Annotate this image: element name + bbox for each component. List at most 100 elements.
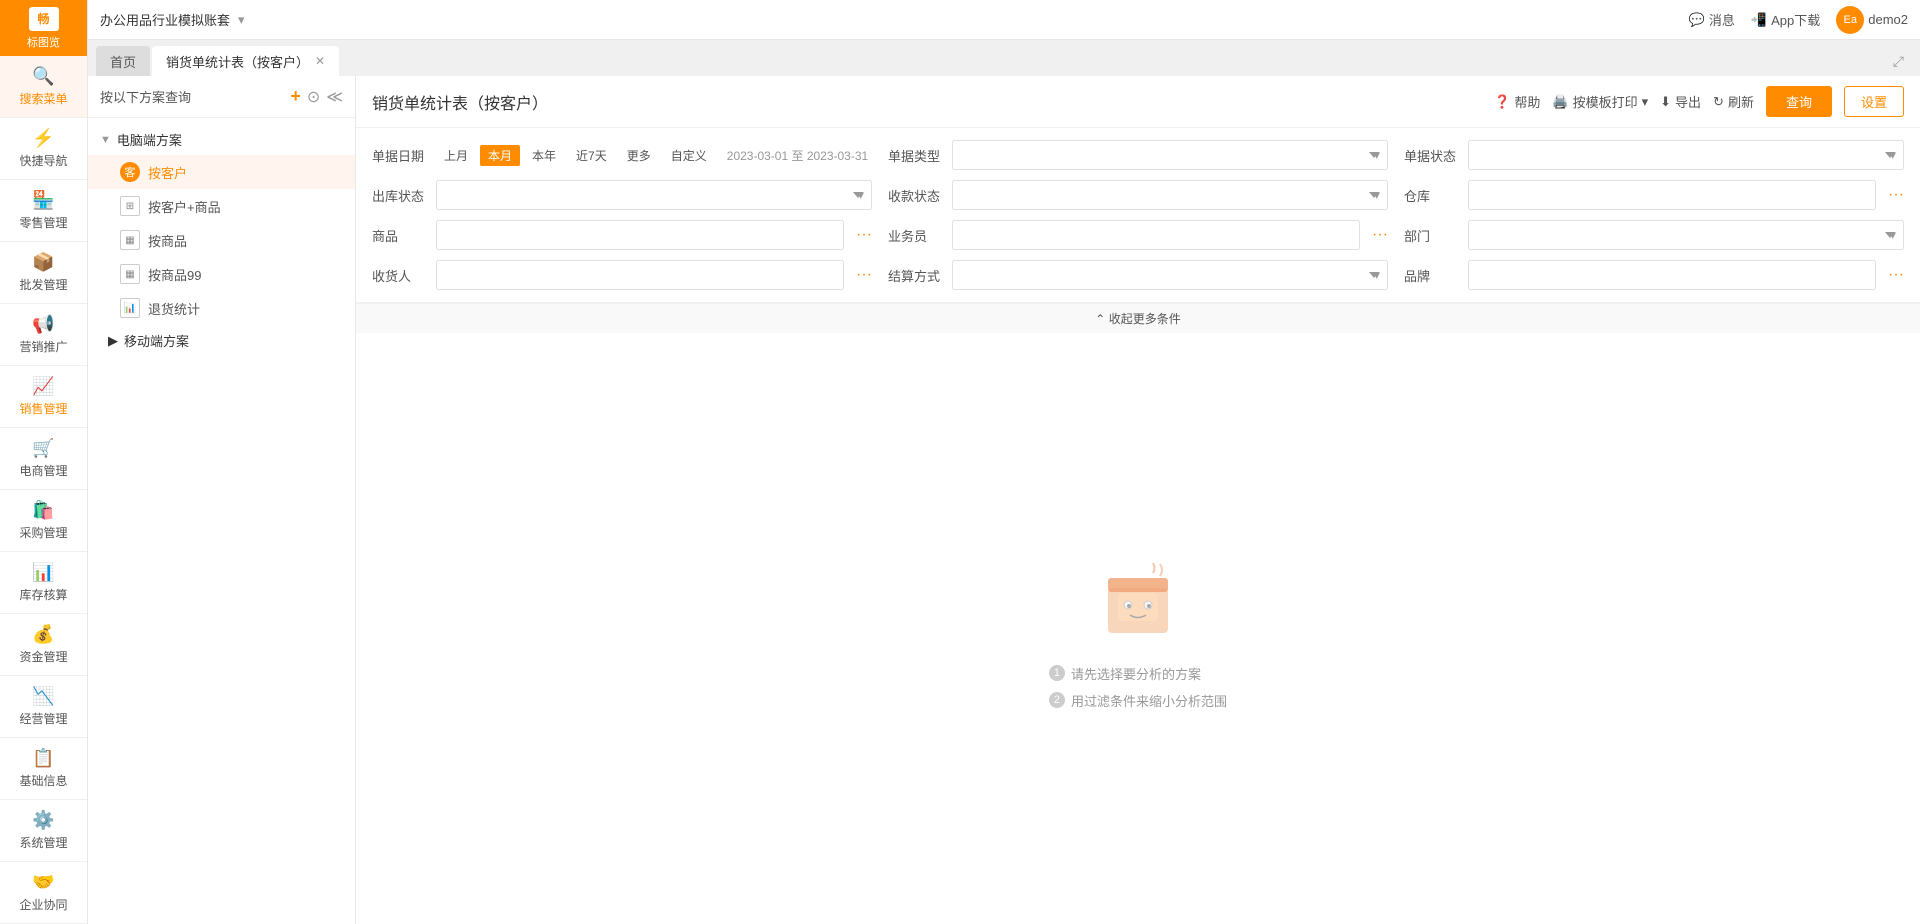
department-label: 部门 <box>1404 226 1460 245</box>
tree-group-mobile[interactable]: ▶ 移动端方案 <box>88 325 355 356</box>
export-icon: ⬇ <box>1660 94 1671 110</box>
settings-btn[interactable]: 设置 <box>1844 86 1904 117</box>
shortcut-last-month[interactable]: 上月 <box>436 145 476 166</box>
enterprise-icon: 🤝 <box>32 872 54 893</box>
filter-shipment: 出库状态 ▾ <box>372 180 872 210</box>
payment-select[interactable] <box>952 180 1388 210</box>
shortcut-7days[interactable]: 近7天 <box>568 145 615 166</box>
shortcut-this-month[interactable]: 本月 <box>480 145 520 166</box>
payment-select-wrapper: ▾ <box>952 180 1388 210</box>
sidebar-item-search[interactable]: 🔍 搜索菜单 <box>0 56 87 118</box>
app-logo: 畅 标图览 <box>0 0 88 56</box>
sidebar-item-inventory[interactable]: 📊 库存核算 <box>0 552 87 614</box>
tab-sales-stat[interactable]: 销货单统计表（按客户） ✕ <box>152 46 339 76</box>
app-download-btn[interactable]: 📲 App下载 <box>1751 10 1820 29</box>
salesperson-input[interactable] <box>952 220 1360 250</box>
product-input[interactable] <box>436 220 844 250</box>
receiver-input[interactable] <box>436 260 844 290</box>
sidebar-label-basic-info: 基础信息 <box>19 772 67 789</box>
department-select[interactable] <box>1468 220 1904 250</box>
quick-nav-icon: ⚡ <box>32 128 54 149</box>
sidebar-label-retail: 零售管理 <box>19 214 67 231</box>
sidebar-label-system: 系统管理 <box>19 834 67 851</box>
sidebar-item-marketing[interactable]: 📢 营销推广 <box>0 304 87 366</box>
sidebar-item-enterprise[interactable]: 🤝 企业协同 <box>0 862 87 924</box>
brand-input[interactable] <box>1468 260 1876 290</box>
filter-area: 单据日期 上月 本月 本年 近7天 更多 自定义 2023-03-01 至 20… <box>356 128 1920 303</box>
warehouse-dots[interactable]: ··· <box>1888 186 1904 204</box>
empty-illustration <box>1088 548 1188 648</box>
ecommerce-icon: 🛒 <box>32 438 54 459</box>
tree-item-by-product99[interactable]: ▦ 按商品99 <box>88 257 355 291</box>
tree-group-mobile-label: 移动端方案 <box>124 331 189 350</box>
message-btn[interactable]: 💬 消息 <box>1689 10 1735 29</box>
tree-item-by-customer-product[interactable]: ⊞ 按客户+商品 <box>88 189 355 223</box>
sidebar-item-operations[interactable]: 📉 经营管理 <box>0 676 87 738</box>
salesperson-dots[interactable]: ··· <box>1372 226 1388 244</box>
print-btn[interactable]: 🖨️ 按模板打印 ▾ <box>1552 92 1648 111</box>
top-nav-left: 办公用品行业模拟账套 ▾ <box>100 10 245 29</box>
collapse-panel-btn[interactable]: ≪ <box>326 87 343 107</box>
warehouse-input[interactable] <box>1468 180 1876 210</box>
sidebar-item-ecommerce[interactable]: 🛒 电商管理 <box>0 428 87 490</box>
settlement-select-wrapper: ▾ <box>952 260 1388 290</box>
sidebar-label-wholesale: 批发管理 <box>19 276 67 293</box>
order-status-select[interactable] <box>1468 140 1904 170</box>
sidebar-item-finance[interactable]: 💰 资金管理 <box>0 614 87 676</box>
tree-item-by-customer[interactable]: 客 按客户 <box>88 155 355 189</box>
maximize-btn[interactable]: ⤢ <box>1885 46 1912 76</box>
receiver-dots[interactable]: ··· <box>856 266 872 284</box>
query-btn[interactable]: 查询 <box>1766 86 1832 117</box>
empty-state: 1 请先选择要分析的方案 2 用过滤条件来缩小分析范围 <box>356 333 1920 924</box>
sidebar-item-retail[interactable]: 🏪 零售管理 <box>0 180 87 242</box>
tree-group-desktop[interactable]: ▼ 电脑端方案 <box>88 124 355 155</box>
sidebar-item-system[interactable]: ⚙️ 系统管理 <box>0 800 87 862</box>
sidebar-label-operations: 经营管理 <box>19 710 67 727</box>
basic-info-icon: 📋 <box>32 748 54 769</box>
by-customer-icon: 客 <box>120 162 140 182</box>
product-dots[interactable]: ··· <box>856 226 872 244</box>
logo-label: 标图览 <box>27 34 60 50</box>
finance-icon: 💰 <box>32 624 54 645</box>
download-icon: 📲 <box>1751 12 1767 28</box>
sidebar-item-purchase[interactable]: 🛍️ 采购管理 <box>0 490 87 552</box>
purchase-icon: 🛍️ <box>32 500 54 521</box>
sidebar-item-wholesale[interactable]: 📦 批发管理 <box>0 242 87 304</box>
export-btn[interactable]: ⬇ 导出 <box>1660 92 1701 111</box>
top-nav-title: 办公用品行业模拟账套 <box>100 10 230 29</box>
by-product99-icon: ▦ <box>120 264 140 284</box>
shipment-select[interactable] <box>436 180 872 210</box>
collapse-btn[interactable]: ⌃ 收起更多条件 <box>356 303 1920 333</box>
user-profile-btn[interactable]: Ea demo2 <box>1836 6 1908 34</box>
settings-scheme-btn[interactable]: ⊙ <box>307 87 320 107</box>
refresh-btn[interactable]: ↻ 刷新 <box>1713 92 1754 111</box>
filter-row-2: 出库状态 ▾ 收款状态 ▾ 仓库 <box>372 180 1904 210</box>
refresh-label: 刷新 <box>1728 92 1754 111</box>
page-header: 销货单统计表（按客户） ❓ 帮助 🖨️ 按模板打印 ▾ ⬇ 导出 <box>356 76 1920 128</box>
shortcut-this-year[interactable]: 本年 <box>524 145 564 166</box>
shortcut-more[interactable]: 更多 <box>619 145 659 166</box>
filter-department: 部门 ▾ <box>1404 220 1904 250</box>
hint-num-2: 2 <box>1049 692 1065 708</box>
help-btn[interactable]: ❓ 帮助 <box>1494 92 1540 111</box>
date-label: 单据日期 <box>372 146 428 165</box>
left-panel-header: 按以下方案查询 + ⊙ ≪ <box>88 76 355 118</box>
tree-item-return-stat[interactable]: 📊 退货统计 <box>88 291 355 325</box>
main-area: 办公用品行业模拟账套 ▾ 💬 消息 📲 App下载 Ea demo2 首页 <box>88 0 1920 924</box>
settlement-select[interactable] <box>952 260 1388 290</box>
sidebar-item-basic-info[interactable]: 📋 基础信息 <box>0 738 87 800</box>
add-scheme-btn[interactable]: + <box>290 86 301 107</box>
user-name: demo2 <box>1868 12 1908 27</box>
brand-dots[interactable]: ··· <box>1888 266 1904 284</box>
order-type-select[interactable] <box>952 140 1388 170</box>
shortcut-custom[interactable]: 自定义 <box>663 145 715 166</box>
sidebar-item-sales[interactable]: 📈 销售管理 <box>0 366 87 428</box>
order-type-label: 单据类型 <box>888 146 944 165</box>
tab-home[interactable]: 首页 <box>96 46 150 76</box>
empty-texts: 1 请先选择要分析的方案 2 用过滤条件来缩小分析范围 <box>1049 664 1227 710</box>
tree-item-by-product[interactable]: ▦ 按商品 <box>88 223 355 257</box>
top-nav-right: 💬 消息 📲 App下载 Ea demo2 <box>1689 6 1908 34</box>
tab-close-icon[interactable]: ✕ <box>315 54 325 68</box>
dropdown-icon[interactable]: ▾ <box>238 12 245 28</box>
sidebar-item-quick-nav[interactable]: ⚡ 快捷导航 <box>0 118 87 180</box>
